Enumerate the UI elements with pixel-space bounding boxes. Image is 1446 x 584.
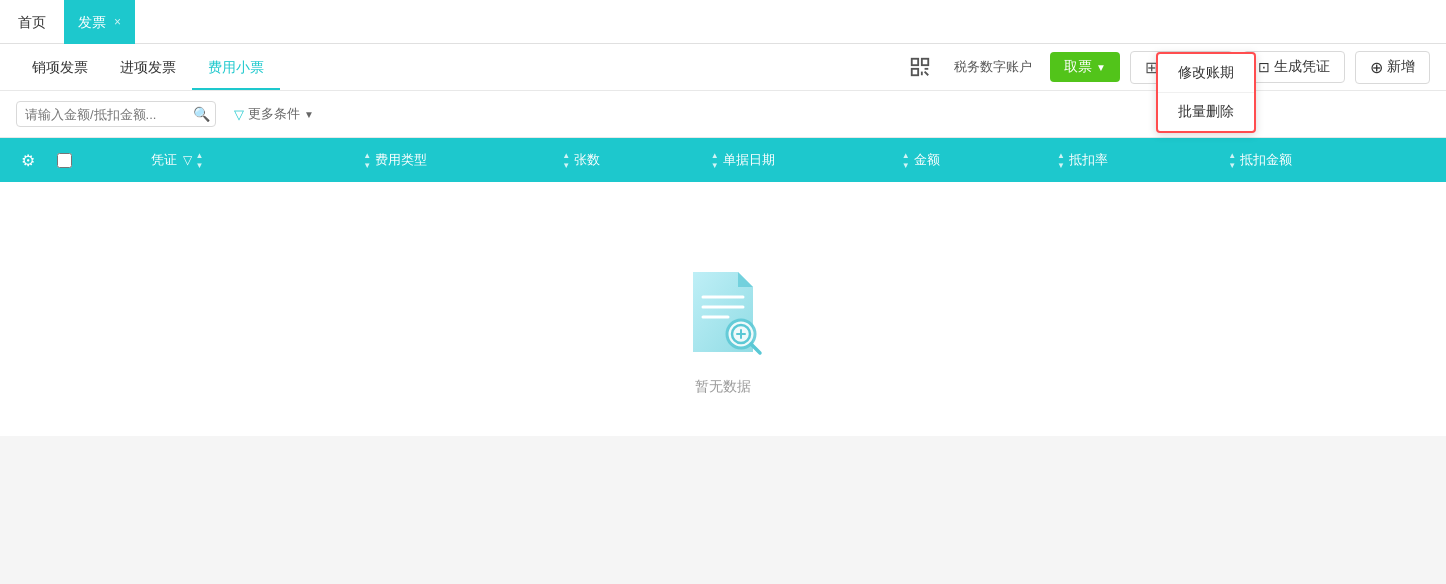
dropdown-item-batch-delete[interactable]: 批量删除 bbox=[1158, 92, 1254, 131]
th-deduct-rate: ▲▼ 抵扣率 bbox=[1002, 151, 1164, 170]
tax-account-button[interactable]: 税务数字账户 bbox=[946, 54, 1040, 80]
search-box[interactable]: 🔍 bbox=[16, 101, 216, 127]
nav-tab-label: 发票 bbox=[78, 0, 106, 44]
search-icon[interactable]: 🔍 bbox=[193, 106, 210, 122]
tab-expense[interactable]: 费用小票 bbox=[192, 44, 280, 90]
tab-input[interactable]: 进项发票 bbox=[104, 44, 192, 90]
th-date-label: 单据日期 bbox=[723, 151, 775, 169]
count-sort-icon[interactable]: ▲▼ bbox=[562, 151, 570, 170]
filter-label: 更多条件 bbox=[248, 105, 300, 123]
svg-line-6 bbox=[925, 72, 929, 76]
search-input[interactable] bbox=[25, 107, 193, 122]
tab-sales[interactable]: 销项发票 bbox=[16, 44, 104, 90]
th-amount-label: 金额 bbox=[914, 151, 940, 169]
voucher-filter-icon[interactable]: ▽ bbox=[183, 153, 192, 167]
sub-tabs: 销项发票 进项发票 费用小票 bbox=[0, 44, 888, 90]
take-ticket-chevron-icon: ▼ bbox=[1096, 62, 1106, 73]
qr-code-icon[interactable] bbox=[904, 51, 936, 83]
dropdown-item-modify-period[interactable]: 修改账期 bbox=[1158, 54, 1254, 92]
batch-op-dropdown: 修改账期 批量删除 bbox=[1156, 52, 1256, 133]
th-deduct-amount-label: 抵扣金额 bbox=[1240, 151, 1292, 169]
th-voucher-label: 凭证 bbox=[151, 151, 177, 169]
settings-icon[interactable]: ⚙ bbox=[21, 151, 35, 170]
gen-voucher-icon: ⊡ bbox=[1258, 59, 1270, 75]
th-expense-type: ▲▼ 费用类型 bbox=[274, 151, 517, 170]
expense-type-sort-icon[interactable]: ▲▼ bbox=[363, 151, 371, 170]
new-button[interactable]: ⊕ 新增 bbox=[1355, 51, 1430, 84]
filter-button[interactable]: ▽ 更多条件 ▼ bbox=[226, 101, 322, 127]
deduct-rate-sort-icon[interactable]: ▲▼ bbox=[1057, 151, 1065, 170]
th-expense-type-label: 费用类型 bbox=[375, 151, 427, 169]
th-settings[interactable]: ⚙ bbox=[8, 151, 48, 170]
th-voucher: 凭证 ▽ ▲▼ bbox=[80, 151, 274, 170]
date-sort-icon[interactable]: ▲▼ bbox=[711, 151, 719, 170]
nav-tab-invoice[interactable]: 发票 × bbox=[64, 0, 135, 44]
th-date: ▲▼ 单据日期 bbox=[646, 151, 840, 170]
th-checkbox[interactable] bbox=[48, 153, 80, 168]
table-header: ⚙ 凭证 ▽ ▲▼ ▲▼ 费用类型 ▲▼ 张数 ▲▼ bbox=[0, 138, 1446, 182]
new-label: 新增 bbox=[1387, 58, 1415, 76]
take-ticket-label: 取票 bbox=[1064, 58, 1092, 76]
take-ticket-button[interactable]: 取票 ▼ bbox=[1050, 52, 1120, 82]
voucher-sort-icon[interactable]: ▲▼ bbox=[196, 151, 204, 170]
nav-tab-close[interactable]: × bbox=[114, 0, 121, 44]
th-count: ▲▼ 张数 bbox=[517, 151, 646, 170]
svg-rect-2 bbox=[912, 69, 918, 75]
th-deduct-amount: ▲▼ 抵扣金额 bbox=[1163, 151, 1357, 170]
empty-state-text: 暂无数据 bbox=[695, 378, 751, 396]
svg-rect-1 bbox=[922, 59, 928, 65]
empty-state-icon bbox=[673, 262, 773, 362]
filter-chevron-icon: ▼ bbox=[304, 109, 314, 120]
svg-rect-0 bbox=[912, 59, 918, 65]
nav-home[interactable]: 首页 bbox=[0, 0, 64, 44]
select-all-checkbox[interactable] bbox=[57, 153, 72, 168]
th-count-label: 张数 bbox=[574, 151, 600, 169]
th-deduct-rate-label: 抵扣率 bbox=[1069, 151, 1108, 169]
gen-voucher-button[interactable]: ⊡ 生成凭证 bbox=[1243, 51, 1345, 83]
th-amount: ▲▼ 金额 bbox=[840, 151, 1002, 170]
new-plus-icon: ⊕ bbox=[1370, 58, 1383, 77]
amount-sort-icon[interactable]: ▲▼ bbox=[902, 151, 910, 170]
deduct-amount-sort-icon[interactable]: ▲▼ bbox=[1228, 151, 1236, 170]
gen-voucher-label: 生成凭证 bbox=[1274, 58, 1330, 76]
top-nav: 首页 发票 × bbox=[0, 0, 1446, 44]
filter-icon: ▽ bbox=[234, 107, 244, 122]
empty-state: 暂无数据 bbox=[0, 182, 1446, 436]
